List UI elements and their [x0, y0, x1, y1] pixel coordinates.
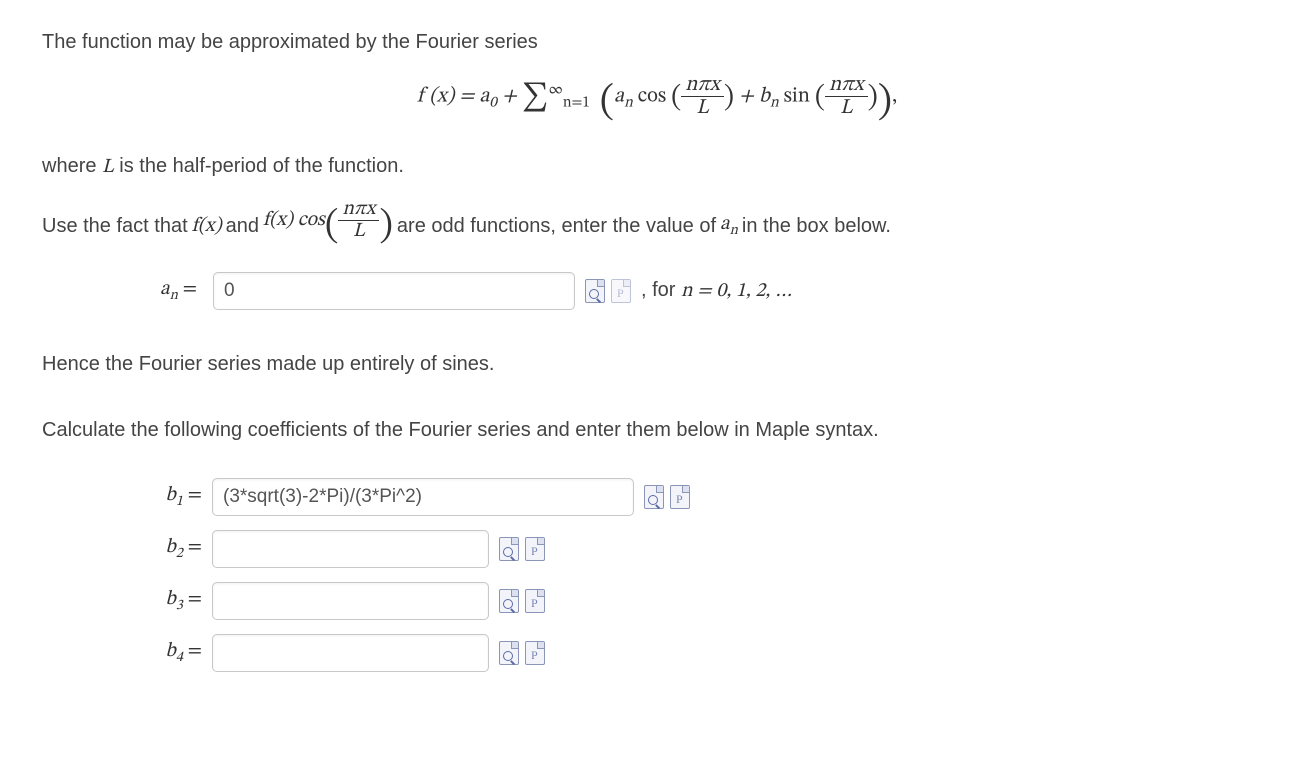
b2-input[interactable]: [212, 530, 489, 568]
an-input[interactable]: [213, 272, 575, 310]
preview-icon[interactable]: [585, 279, 605, 303]
help-icon[interactable]: [525, 589, 545, 613]
preview-icon[interactable]: [499, 641, 519, 665]
b1-input[interactable]: [212, 478, 634, 516]
an-row: an = , for n = 0, 1, 2, …: [42, 272, 1272, 310]
b3-row: b3 =: [142, 582, 1272, 620]
b2-label: b2 =: [142, 533, 202, 564]
help-icon[interactable]: [670, 485, 690, 509]
preview-icon[interactable]: [499, 537, 519, 561]
b2-row: b2 =: [142, 530, 1272, 568]
b1-row: b1 =: [142, 478, 1272, 516]
b4-label: b4 =: [142, 637, 202, 668]
b3-label: b3 =: [142, 585, 202, 616]
help-icon[interactable]: [525, 641, 545, 665]
an-tail: , for n = 0, 1, 2, …: [641, 276, 793, 305]
b3-input[interactable]: [212, 582, 489, 620]
question-body: The function may be approximated by the …: [0, 0, 1314, 714]
help-icon[interactable]: [525, 537, 545, 561]
preview-icon[interactable]: [644, 485, 664, 509]
hence-text: Hence the Fourier series made up entirel…: [42, 350, 1272, 378]
b4-input[interactable]: [212, 634, 489, 672]
help-icon[interactable]: [611, 279, 631, 303]
an-label: an =: [42, 275, 203, 306]
intro-text: The function may be approximated by the …: [42, 28, 1272, 56]
b1-label: b1 =: [142, 481, 202, 512]
calc-text: Calculate the following coefficients of …: [42, 416, 1272, 444]
b4-row: b4 =: [142, 634, 1272, 672]
where-text: where L is the half-period of the functi…: [42, 152, 1272, 181]
use-fact-text: Use the fact that f(x) and f(x) cos(nπxL…: [42, 199, 1272, 254]
preview-icon[interactable]: [499, 589, 519, 613]
fourier-series-equation: f (x) = a0 + ∑∞n=1 (an cos (nπxL) + bn s…: [42, 74, 1272, 132]
